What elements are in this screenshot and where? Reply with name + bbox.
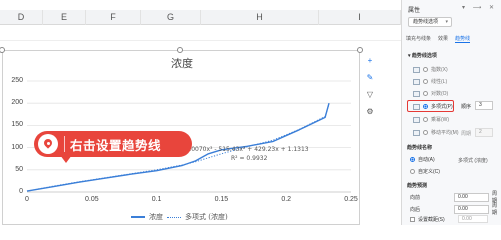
logarithmic-chart-icon <box>413 90 420 97</box>
legend-series-concentration: 浓度 <box>149 213 163 221</box>
chart-side-toolbar: + ✎ ▽ ⚙ <box>364 56 376 117</box>
column-header-e[interactable]: E <box>43 10 86 25</box>
instruction-callout: 右击设置趋势线 <box>34 131 192 163</box>
linear-chart-icon <box>413 78 420 85</box>
forecast-forward-row: 向前 0.00 周期 <box>410 191 497 204</box>
column-header-d[interactable]: D <box>0 10 43 25</box>
x-tick-label: 0.15 <box>214 196 229 203</box>
option-linear[interactable]: 线性(L) <box>413 77 447 86</box>
y-tick-label: 0 <box>19 188 23 195</box>
chart-elements-icon[interactable]: + <box>365 56 375 66</box>
trendline-r-squared[interactable]: R² = 0.9932 <box>231 155 267 162</box>
option-moving-average-label: 移动平均(M) <box>431 130 459 136</box>
chart-resize-handle-n[interactable] <box>177 47 183 53</box>
legend-swatch-dotted <box>167 216 181 218</box>
option-linear-radio[interactable] <box>423 79 428 84</box>
order-stepper[interactable]: 3 <box>475 101 493 110</box>
moving-average-chart-icon <box>413 129 420 136</box>
forecast-backward-input[interactable]: 0.00 <box>454 204 489 214</box>
column-header-row: D E F G H I <box>0 10 401 25</box>
panel-tabs: 填充与线条 效果 趋势线 <box>406 35 471 43</box>
period-stepper[interactable]: 2 <box>475 128 493 137</box>
name-auto-option[interactable]: 自动(A) <box>410 155 435 164</box>
option-exponential-label: 指数(X) <box>431 67 448 73</box>
app-window: D E F G H I 浓度 0 50 100 150 200 250 0 0.05 0.1 0.… <box>0 0 501 225</box>
trendline-options-header[interactable]: ▾ 趋势线选项 <box>408 52 437 59</box>
exponential-chart-icon <box>413 66 420 73</box>
period-label: 周期 <box>461 131 472 137</box>
option-moving-average-radio[interactable] <box>423 130 428 135</box>
forecast-backward-row: 向后 0.00 周期 <box>410 203 497 216</box>
panel-window-icons[interactable]: ▾ ⟶ ✕ <box>462 4 497 11</box>
name-custom-option[interactable]: 自定义(C) <box>410 167 440 176</box>
forecast-forward-label: 向前 <box>410 194 421 201</box>
set-intercept-row[interactable]: 设置截距(S) 0.00 <box>410 215 488 223</box>
chart-legend[interactable]: 浓度 多项式 (浓度) <box>131 212 228 222</box>
order-label: 顺序 <box>461 104 472 110</box>
chart-style-icon[interactable]: ✎ <box>365 73 375 83</box>
name-auto-preview: 多项式 (浓度) <box>458 158 488 164</box>
option-logarithmic-radio[interactable] <box>423 91 428 96</box>
column-header-h[interactable]: H <box>201 10 319 25</box>
location-pin-icon <box>38 134 58 154</box>
set-intercept-checkbox[interactable] <box>410 217 415 222</box>
forecast-header: 趋势预测 <box>407 183 428 189</box>
x-tick-label: 0 <box>25 196 29 203</box>
option-power-radio[interactable] <box>423 117 428 122</box>
column-header-f[interactable]: F <box>86 10 141 25</box>
forecast-forward-input[interactable]: 0.00 <box>454 192 489 202</box>
x-tick-label: 0.1 <box>151 196 162 203</box>
x-tick-label: 0.2 <box>281 196 292 203</box>
power-chart-icon <box>413 116 420 123</box>
forecast-backward-unit: 周期 <box>492 203 498 216</box>
callout-divider <box>64 136 65 152</box>
name-auto-label: 自动(A) <box>418 157 435 163</box>
name-custom-label: 自定义(C) <box>418 169 440 175</box>
option-logarithmic[interactable]: 对数(O) <box>413 89 448 98</box>
tab-effects[interactable]: 效果 <box>438 35 448 43</box>
chart-filter-icon[interactable]: ▽ <box>365 90 375 100</box>
format-target-dropdown[interactable]: 趋势线选项 <box>408 17 452 27</box>
option-power-label: 乘幂(W) <box>431 117 450 123</box>
y-tick-label: 100 <box>11 143 23 151</box>
trendline-equation[interactable]: y = 10070x³ - 515.43x² + 429.23x + 1.131… <box>175 146 309 153</box>
spreadsheet-area: D E F G H I 浓度 0 50 100 150 200 250 0 0.05 0.1 0.… <box>0 0 401 225</box>
set-intercept-label: 设置截距(S) <box>418 217 445 223</box>
x-tick-label: 0.05 <box>84 196 99 203</box>
legend-swatch-solid <box>131 216 145 218</box>
polynomial-highlight-box <box>407 100 454 112</box>
chart-settings-icon[interactable]: ⚙ <box>365 107 375 117</box>
y-tick-label: 200 <box>11 99 23 107</box>
panel-title: 属性 <box>408 8 421 14</box>
option-moving-average[interactable]: 移动平均(M) <box>413 128 459 137</box>
column-header-i[interactable]: I <box>319 10 401 25</box>
row-gridline <box>0 40 401 41</box>
chart-resize-handle-ne[interactable] <box>357 47 363 53</box>
option-power[interactable]: 乘幂(W) <box>413 115 449 124</box>
option-exponential-radio[interactable] <box>423 67 428 72</box>
callout-tail <box>60 155 72 163</box>
set-intercept-input[interactable]: 0.00 <box>458 215 488 223</box>
trendline-name-header: 趋势线名称 <box>407 145 433 151</box>
callout-text: 右击设置趋势线 <box>70 137 162 153</box>
y-tick-label: 150 <box>11 121 23 129</box>
name-auto-radio[interactable] <box>410 157 415 162</box>
y-tick-label: 50 <box>15 165 23 173</box>
column-header-g[interactable]: G <box>141 10 201 25</box>
name-custom-radio[interactable] <box>410 169 415 174</box>
tab-trendline[interactable]: 趋势线 <box>455 35 471 43</box>
y-tick-label: 250 <box>11 77 23 84</box>
x-tick-label: 0.25 <box>344 196 358 203</box>
tab-fill-line[interactable]: 填充与线条 <box>406 35 431 43</box>
legend-series-polynomial: 多项式 (浓度) <box>185 213 228 221</box>
option-linear-label: 线性(L) <box>431 79 448 85</box>
option-exponential[interactable]: 指数(X) <box>413 65 448 74</box>
forecast-backward-label: 向后 <box>410 206 421 213</box>
option-logarithmic-label: 对数(O) <box>431 91 449 97</box>
